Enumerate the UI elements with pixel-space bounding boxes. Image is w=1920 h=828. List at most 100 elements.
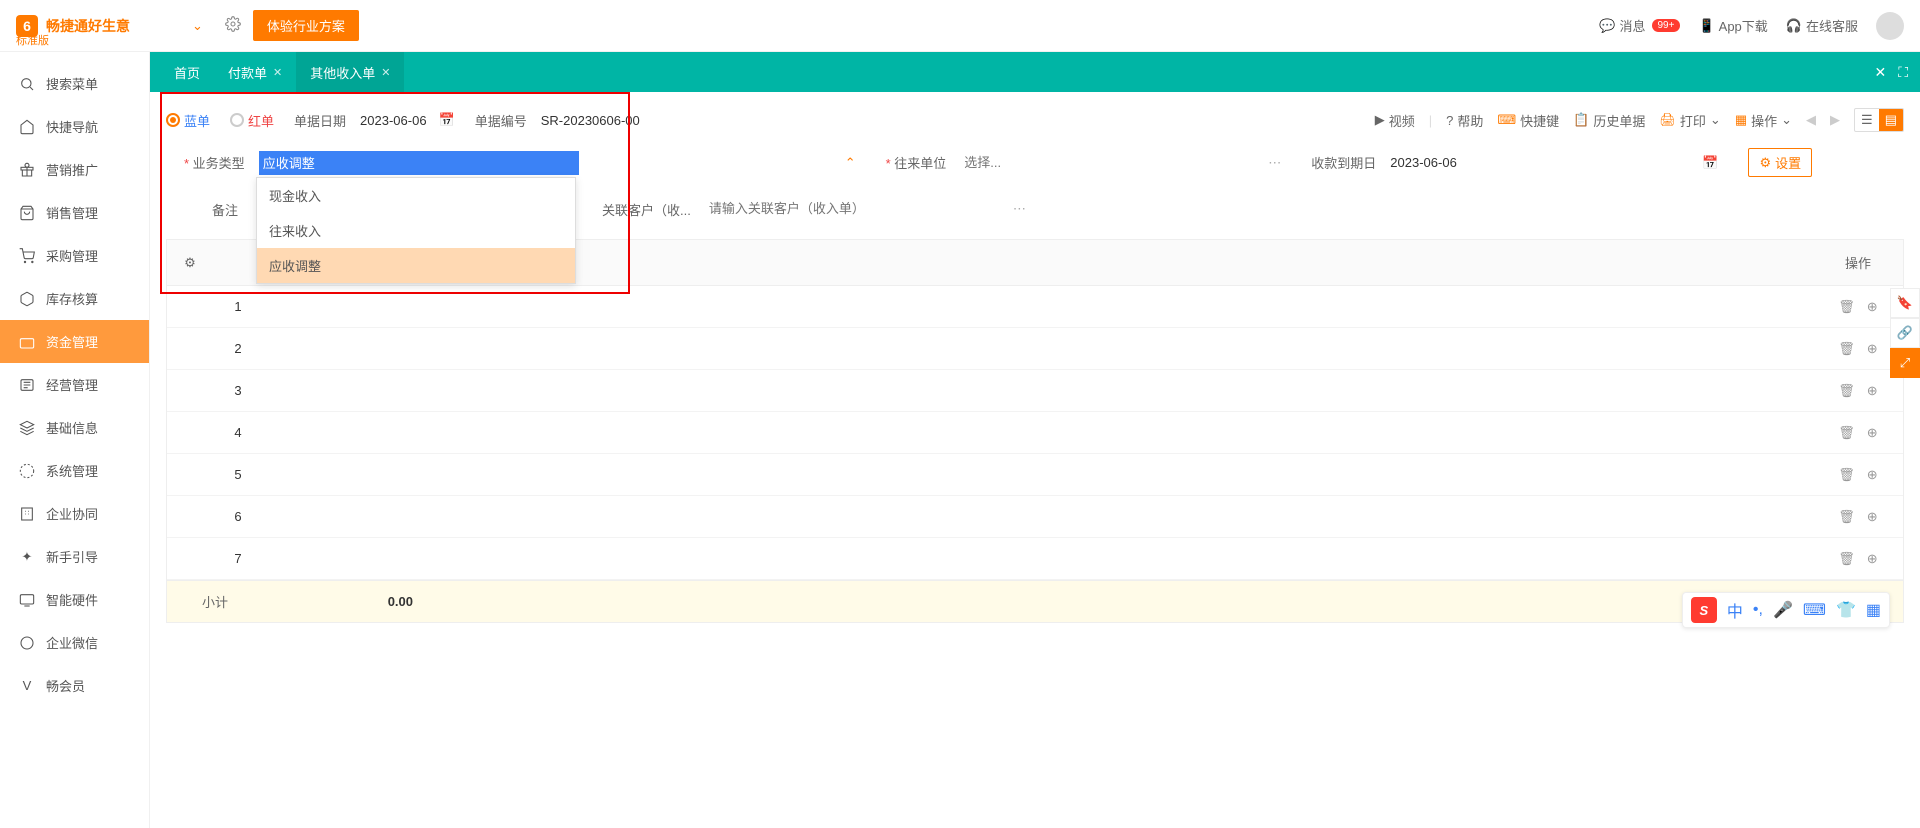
list-icon <box>18 376 36 394</box>
play-icon: ▶ <box>1375 112 1385 128</box>
table-row[interactable]: 6🗑⊕ <box>167 496 1903 538</box>
sogou-icon[interactable]: S <box>1691 597 1717 623</box>
sidebar-item-funds[interactable]: 资金管理 <box>0 320 149 363</box>
date-value[interactable]: 2023-06-06 <box>360 113 427 128</box>
sidebar-item-guide[interactable]: ✦新手引导 <box>0 535 149 578</box>
sidebar-item-stock[interactable]: 库存核算 <box>0 277 149 320</box>
side-tools: 🔖 🔗 ⤢ <box>1890 288 1920 378</box>
data-table: ⚙ ⇅ ** 收 操作 1🗑⊕2🗑⊕3🗑⊕4🗑⊕5🗑⊕6🗑⊕7🗑⊕ 小计 0.0… <box>166 239 1904 623</box>
ops-link[interactable]: ▦操作⌄ <box>1735 111 1792 130</box>
biz-type-input[interactable]: 应收调整 <box>259 151 579 175</box>
ime-grid-icon[interactable]: ▦ <box>1866 600 1881 620</box>
copy-icon[interactable]: ⊕ <box>1867 383 1878 399</box>
prev-icon[interactable]: ◀ <box>1806 112 1816 128</box>
expand-icon[interactable]: ⛶ <box>1898 64 1908 81</box>
sidebar-item-sales[interactable]: 销售管理 <box>0 191 149 234</box>
tab-home[interactable]: 首页 <box>160 52 214 92</box>
gear-icon[interactable] <box>225 16 241 35</box>
radio-blue[interactable]: 蓝单 <box>166 111 210 130</box>
table-row[interactable]: 1🗑⊕ <box>167 286 1903 328</box>
ime-keyboard-icon[interactable]: ⌨ <box>1803 600 1826 620</box>
table-settings-icon[interactable]: ⚙ <box>167 255 213 271</box>
copy-icon[interactable]: ⊕ <box>1867 299 1878 315</box>
trial-button[interactable]: 体验行业方案 <box>253 10 359 41</box>
cart-icon <box>18 247 36 265</box>
table-row[interactable]: 4🗑⊕ <box>167 412 1903 454</box>
expand-tool[interactable]: ⤢ <box>1890 348 1920 378</box>
ime-mic-icon[interactable]: 🎤 <box>1773 600 1793 620</box>
partner-input[interactable] <box>960 151 1280 175</box>
settings-button[interactable]: ⚙设置 <box>1748 148 1812 177</box>
copy-icon[interactable]: ⊕ <box>1867 467 1878 483</box>
gift-icon <box>18 161 36 179</box>
tag-tool[interactable]: 🔖 <box>1890 288 1920 318</box>
sidebar-item-basic[interactable]: 基础信息 <box>0 406 149 449</box>
calendar-icon[interactable]: 📅 <box>1702 155 1718 171</box>
more-icon[interactable]: ⋯ <box>1268 155 1281 171</box>
copy-icon[interactable]: ⊕ <box>1867 341 1878 357</box>
table-row[interactable]: 7🗑⊕ <box>167 538 1903 580</box>
delete-icon[interactable]: 🗑 <box>1838 509 1855 525</box>
ime-lang[interactable]: 中 <box>1727 598 1743 622</box>
ime-skin-icon[interactable]: 👕 <box>1836 600 1856 620</box>
tab-close-all-icon[interactable]: ✕ <box>1874 64 1886 81</box>
table-row[interactable]: 3🗑⊕ <box>167 370 1903 412</box>
vip-icon: V <box>18 677 36 695</box>
sidebar-item-quicknav[interactable]: 快捷导航 <box>0 105 149 148</box>
radio-red[interactable]: 红单 <box>230 111 274 130</box>
delete-icon[interactable]: 🗑 <box>1838 425 1855 441</box>
copy-icon[interactable]: ⊕ <box>1867 509 1878 525</box>
sidebar-item-coop[interactable]: 企业协同 <box>0 492 149 535</box>
sidebar-item-vip[interactable]: V畅会员 <box>0 664 149 707</box>
close-icon[interactable]: ✕ <box>381 66 390 79</box>
app-download-link[interactable]: 📱App下载 <box>1698 16 1767 35</box>
view-list[interactable]: ☰ <box>1855 109 1879 131</box>
due-value[interactable]: 2023-06-06 <box>1390 155 1690 170</box>
dropdown-option-ar[interactable]: 往来收入 <box>257 213 575 248</box>
avatar[interactable] <box>1876 12 1904 40</box>
sidebar-item-marketing[interactable]: 营销推广 <box>0 148 149 191</box>
delete-icon[interactable]: 🗑 <box>1838 551 1855 567</box>
top-bar: 6 畅捷通好生意 标准版 ⌄ 体验行业方案 💬 消息 99+ 📱App下载 🎧在… <box>0 0 1920 52</box>
sidebar-item-business[interactable]: 经营管理 <box>0 363 149 406</box>
copy-icon[interactable]: ⊕ <box>1867 551 1878 567</box>
gear-icon: ⚙ <box>1759 155 1771 171</box>
more-icon[interactable]: ⋯ <box>1013 201 1026 217</box>
ime-punct-icon[interactable]: •, <box>1753 601 1763 619</box>
brand-name: 畅捷通好生意 <box>46 16 130 36</box>
sidebar-item-purchase[interactable]: 采购管理 <box>0 234 149 277</box>
assoc-input[interactable] <box>705 197 1025 221</box>
help-link[interactable]: ?帮助 <box>1446 111 1483 130</box>
next-icon[interactable]: ▶ <box>1830 112 1840 128</box>
view-toggle: ☰ ▤ <box>1854 108 1904 132</box>
dropdown-option-adjust[interactable]: 应收调整 <box>257 248 575 283</box>
close-icon[interactable]: ✕ <box>273 66 282 79</box>
sidebar-item-search[interactable]: 搜索菜单 <box>0 62 149 105</box>
company-dropdown[interactable]: ⌄ <box>176 14 213 38</box>
sidebar-item-wecom[interactable]: 企业微信 <box>0 621 149 664</box>
sparkle-icon: ✦ <box>18 548 36 566</box>
sidebar-item-hardware[interactable]: 智能硬件 <box>0 578 149 621</box>
link-tool[interactable]: 🔗 <box>1890 318 1920 348</box>
delete-icon[interactable]: 🗑 <box>1838 341 1855 357</box>
video-link[interactable]: ▶视频 <box>1375 111 1415 130</box>
sidebar-item-system[interactable]: 系统管理 <box>0 449 149 492</box>
print-link[interactable]: 🖨打印⌄ <box>1659 111 1720 130</box>
delete-icon[interactable]: 🗑 <box>1838 383 1855 399</box>
copy-icon[interactable]: ⊕ <box>1867 425 1878 441</box>
tab-other-income[interactable]: 其他收入单✕ <box>296 52 404 92</box>
support-link[interactable]: 🎧在线客服 <box>1786 16 1858 35</box>
chevron-up-icon[interactable]: ⌃ <box>845 155 856 171</box>
calendar-icon[interactable]: 📅 <box>439 112 455 128</box>
messages-link[interactable]: 💬 消息 99+ <box>1599 16 1680 35</box>
hotkey-link[interactable]: ⌨快捷键 <box>1497 111 1559 130</box>
delete-icon[interactable]: 🗑 <box>1838 467 1855 483</box>
tab-payment[interactable]: 付款单✕ <box>214 52 296 92</box>
view-card[interactable]: ▤ <box>1879 109 1903 131</box>
table-row[interactable]: 2🗑⊕ <box>167 328 1903 370</box>
history-link[interactable]: 📋历史单据 <box>1573 111 1645 130</box>
dropdown-option-cash[interactable]: 现金收入 <box>257 178 575 213</box>
table-row[interactable]: 5🗑⊕ <box>167 454 1903 496</box>
chat-icon: 💬 <box>1599 18 1615 34</box>
delete-icon[interactable]: 🗑 <box>1838 299 1855 315</box>
